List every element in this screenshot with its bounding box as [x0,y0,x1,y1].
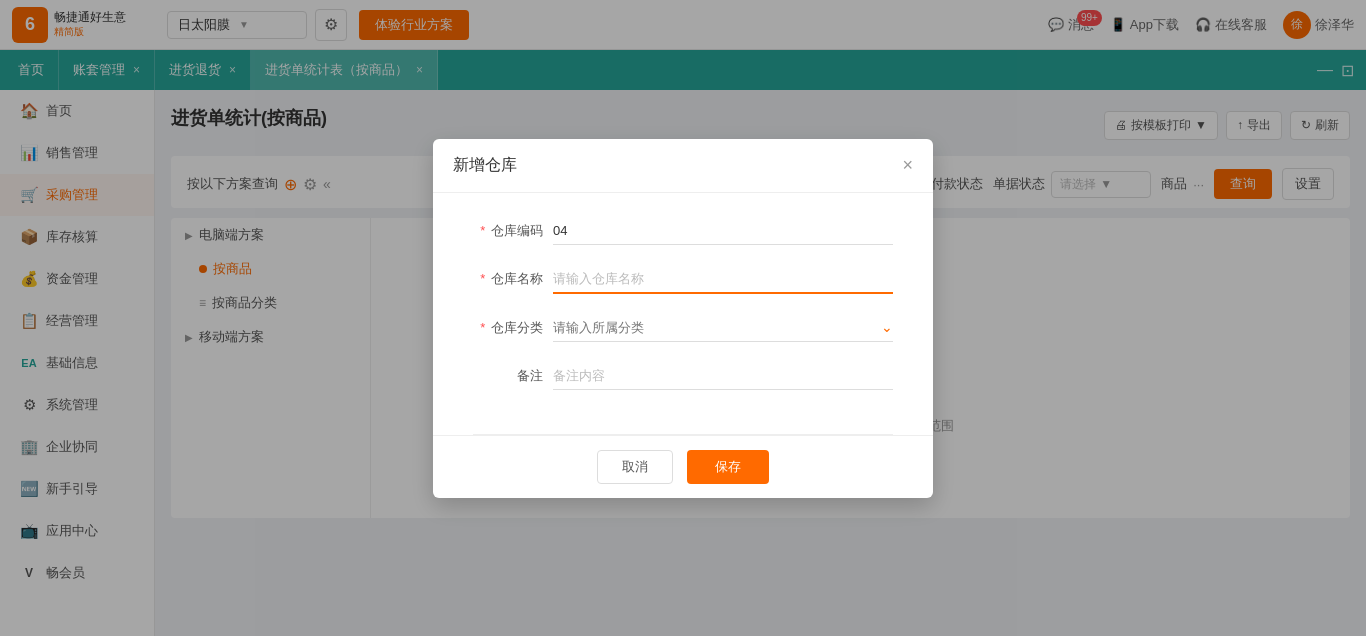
category-label: * 仓库分类 [473,319,553,337]
category-required: * [480,320,485,335]
category-select-wrap[interactable]: ⌄ [553,314,893,342]
form-row-category: * 仓库分类 ⌄ [473,314,893,342]
dialog-new-warehouse: 新增仓库 × * 仓库编码 * 仓库名称 [433,139,933,498]
code-required: * [480,223,485,238]
code-label: * 仓库编码 [473,222,553,240]
code-input[interactable] [553,217,893,245]
form-row-name: * 仓库名称 [473,265,893,294]
form-row-note: 备注 [473,362,893,390]
save-button[interactable]: 保存 [687,450,769,484]
name-input[interactable] [553,265,893,294]
category-arrow-icon: ⌄ [881,319,893,335]
dialog-close-icon[interactable]: × [902,155,913,176]
dialog-header: 新增仓库 × [433,139,933,193]
category-input[interactable] [553,314,881,341]
form-row-code: * 仓库编码 [473,217,893,245]
note-label: 备注 [473,367,553,385]
dialog-body: * 仓库编码 * 仓库名称 * 仓库分类 [433,193,933,434]
note-input[interactable] [553,362,893,390]
dialog-title: 新增仓库 [453,155,517,176]
name-required: * [480,271,485,286]
modal-overlay: 新增仓库 × * 仓库编码 * 仓库名称 [0,0,1366,636]
dialog-footer: 取消 保存 [433,435,933,498]
cancel-button[interactable]: 取消 [597,450,673,484]
name-label: * 仓库名称 [473,270,553,288]
